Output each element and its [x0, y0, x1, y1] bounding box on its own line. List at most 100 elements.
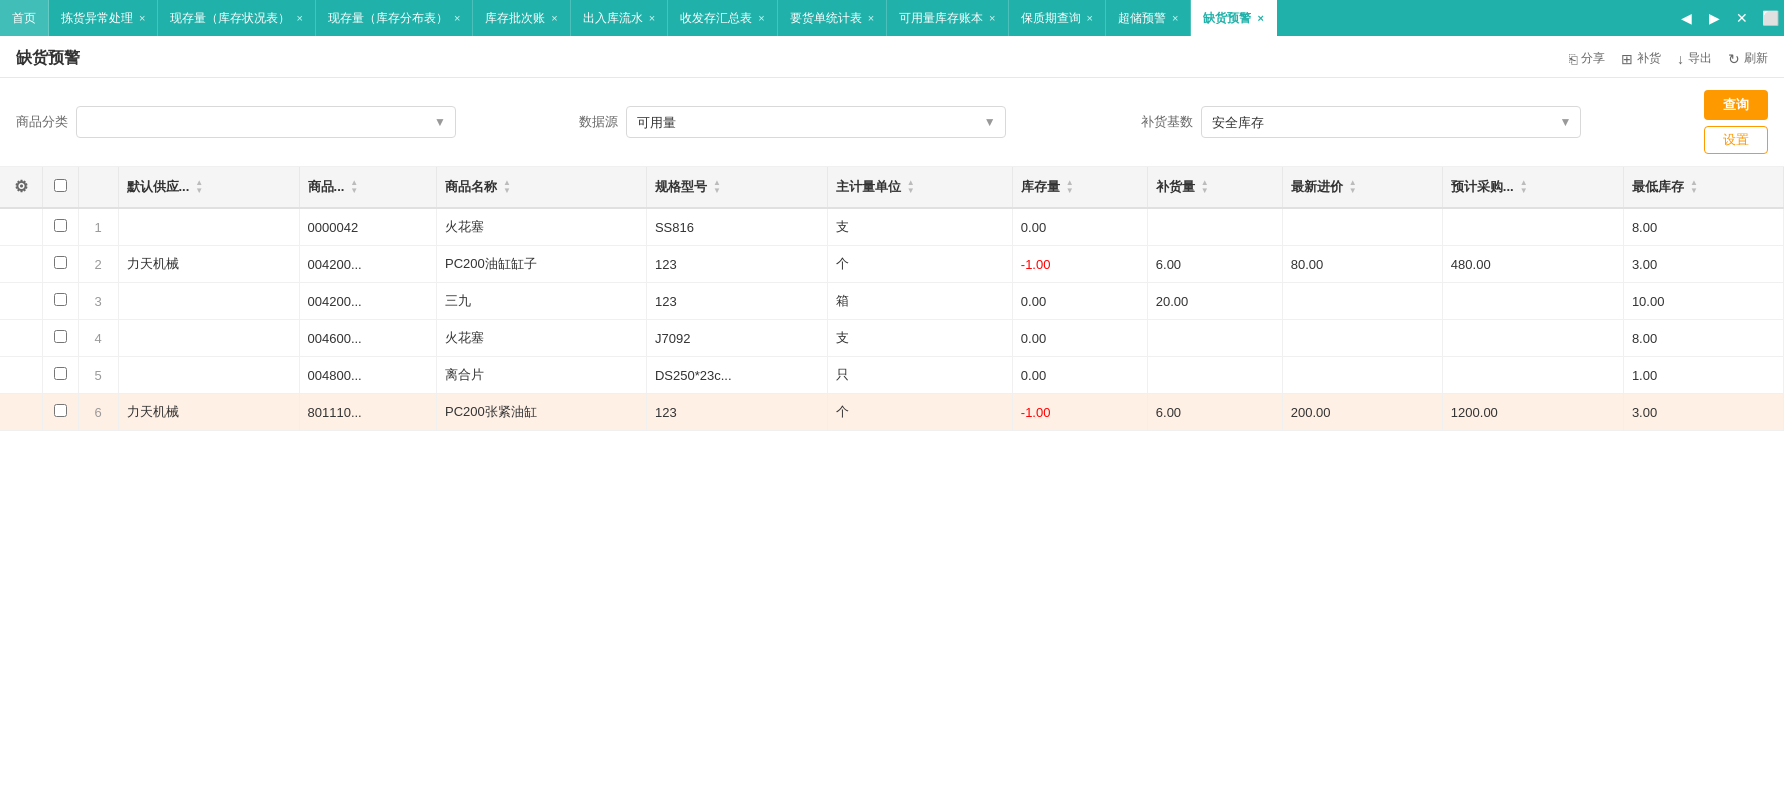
category-select-wrap: ▼ [76, 106, 456, 138]
tab-label-3: 现存量（库存分布表） [328, 10, 448, 27]
col-product-name[interactable]: 商品名称 ▲▼ [437, 167, 647, 208]
tab-11[interactable]: 缺货预警 × [1191, 0, 1276, 36]
row-checkbox-1[interactable] [54, 256, 67, 269]
cell-stock-0: 0.00 [1012, 208, 1147, 246]
category-filter-group: 商品分类 ▼ [16, 106, 555, 138]
col-spec[interactable]: 规格型号 ▲▼ [646, 167, 827, 208]
cell-est_purchase-5: 1200.00 [1442, 394, 1623, 431]
column-settings-icon[interactable]: ⚙ [11, 177, 31, 197]
tab-3[interactable]: 现存量（库存分布表） × [316, 0, 473, 36]
replenish-icon: ⊞ [1621, 51, 1633, 67]
col-replenish-qty[interactable]: 补货量 ▲▼ [1147, 167, 1282, 208]
row-checkbox-cell-3[interactable] [42, 320, 78, 357]
row-checkbox-cell-1[interactable] [42, 246, 78, 283]
cell-stock-1: -1.00 [1012, 246, 1147, 283]
table-row: 6力天机械801110...PC200张紧油缸123个-1.006.00200.… [0, 394, 1784, 431]
cell-min_stock-2: 10.00 [1623, 283, 1783, 320]
cell-spec-0: SS816 [646, 208, 827, 246]
col-product-code[interactable]: 商品... ▲▼ [299, 167, 436, 208]
row-checkbox-cell-4[interactable] [42, 357, 78, 394]
col-latest-price[interactable]: 最新进价 ▲▼ [1282, 167, 1442, 208]
tab-close-7[interactable]: × [868, 12, 874, 24]
col-min-stock[interactable]: 最低库存 ▲▼ [1623, 167, 1783, 208]
row-checkbox-4[interactable] [54, 367, 67, 380]
tab-6[interactable]: 收发存汇总表 × [668, 0, 777, 36]
datasource-filter-group: 数据源 可用量 ▼ [579, 106, 1118, 138]
tab-5[interactable]: 出入库流水 × [571, 0, 668, 36]
tab-close-4[interactable]: × [551, 12, 557, 24]
col-gear[interactable]: ⚙ [0, 167, 42, 208]
cell-product_code-5: 801110... [299, 394, 436, 431]
cell-est_purchase-3 [1442, 320, 1623, 357]
col-unit[interactable]: 主计量单位 ▲▼ [827, 167, 1012, 208]
tab-prev-btn[interactable]: ◀ [1672, 10, 1700, 26]
tab-maximize-btn[interactable]: ⬜ [1756, 10, 1784, 26]
tab-1[interactable]: 拣货异常处理 × [49, 0, 158, 36]
export-button[interactable]: ↓ 导出 [1677, 50, 1712, 67]
cell-default_supplier-1: 力天机械 [118, 246, 299, 283]
cell-default_supplier-0 [118, 208, 299, 246]
col-est-purchase[interactable]: 预计采购... ▲▼ [1442, 167, 1623, 208]
cell-est_purchase-2 [1442, 283, 1623, 320]
refresh-icon: ↻ [1728, 51, 1740, 67]
refresh-button[interactable]: ↻ 刷新 [1728, 50, 1768, 67]
cell-min_stock-1: 3.00 [1623, 246, 1783, 283]
row-checkbox-5[interactable] [54, 404, 67, 417]
tab-label-8: 可用量库存账本 [899, 10, 983, 27]
row-num-0: 1 [78, 208, 118, 246]
row-checkbox-cell-5[interactable] [42, 394, 78, 431]
cell-product_name-4: 离合片 [437, 357, 647, 394]
tab-close-3[interactable]: × [454, 12, 460, 24]
tab-2[interactable]: 现存量（库存状况表） × [158, 0, 315, 36]
replenish-base-label: 补货基数 [1141, 113, 1193, 131]
row-checkbox-cell-2[interactable] [42, 283, 78, 320]
row-checkbox-cell-0[interactable] [42, 208, 78, 246]
tab-close-6[interactable]: × [758, 12, 764, 24]
row-checkbox-2[interactable] [54, 293, 67, 306]
cell-replenish_qty-3 [1147, 320, 1282, 357]
tab-8[interactable]: 可用量库存账本 × [887, 0, 1008, 36]
row-checkbox-0[interactable] [54, 219, 67, 232]
tab-4[interactable]: 库存批次账 × [473, 0, 570, 36]
cell-product_name-5: PC200张紧油缸 [437, 394, 647, 431]
cell-min_stock-3: 8.00 [1623, 320, 1783, 357]
row-gear-cell-2 [0, 283, 42, 320]
replenish-button[interactable]: ⊞ 补货 [1621, 50, 1661, 67]
cell-spec-3: J7092 [646, 320, 827, 357]
col-default-supplier[interactable]: 默认供应... ▲▼ [118, 167, 299, 208]
replenish-base-select[interactable]: 安全库存 [1201, 106, 1581, 138]
cell-product_code-1: 004200... [299, 246, 436, 283]
share-button[interactable]: ⎗ 分享 [1569, 50, 1605, 67]
datasource-select[interactable]: 可用量 [626, 106, 1006, 138]
tab-close-1[interactable]: × [139, 12, 145, 24]
tab-close-5[interactable]: × [649, 12, 655, 24]
cell-unit-1: 个 [827, 246, 1012, 283]
col-select-all[interactable] [42, 167, 78, 208]
tab-7[interactable]: 要货单统计表 × [778, 0, 887, 36]
cell-min_stock-0: 8.00 [1623, 208, 1783, 246]
tab-next-btn[interactable]: ▶ [1700, 10, 1728, 26]
cell-spec-4: DS250*23c... [646, 357, 827, 394]
row-checkbox-3[interactable] [54, 330, 67, 343]
tab-close-9[interactable]: × [1087, 12, 1093, 24]
category-select[interactable] [76, 106, 456, 138]
tab-label-4: 库存批次账 [485, 10, 545, 27]
tab-close-all-btn[interactable]: ✕ [1728, 10, 1756, 26]
table-row: 2力天机械004200...PC200油缸缸子123个-1.006.0080.0… [0, 246, 1784, 283]
tab-close-2[interactable]: × [296, 12, 302, 24]
cell-default_supplier-4 [118, 357, 299, 394]
tab-close-8[interactable]: × [989, 12, 995, 24]
tab-label-10: 超储预警 [1118, 10, 1166, 27]
cell-product_name-2: 三九 [437, 283, 647, 320]
tab-9[interactable]: 保质期查询 × [1009, 0, 1106, 36]
query-button[interactable]: 查询 [1704, 90, 1768, 120]
cell-latest_price-5: 200.00 [1282, 394, 1442, 431]
cell-latest_price-4 [1282, 357, 1442, 394]
col-stock[interactable]: 库存量 ▲▼ [1012, 167, 1147, 208]
tab-close-11[interactable]: × [1257, 12, 1263, 24]
tab-0[interactable]: 首页 [0, 0, 49, 36]
tab-10[interactable]: 超储预警 × [1106, 0, 1191, 36]
tab-close-10[interactable]: × [1172, 12, 1178, 24]
settings-button[interactable]: 设置 [1704, 126, 1768, 154]
select-all-checkbox[interactable] [54, 179, 67, 192]
